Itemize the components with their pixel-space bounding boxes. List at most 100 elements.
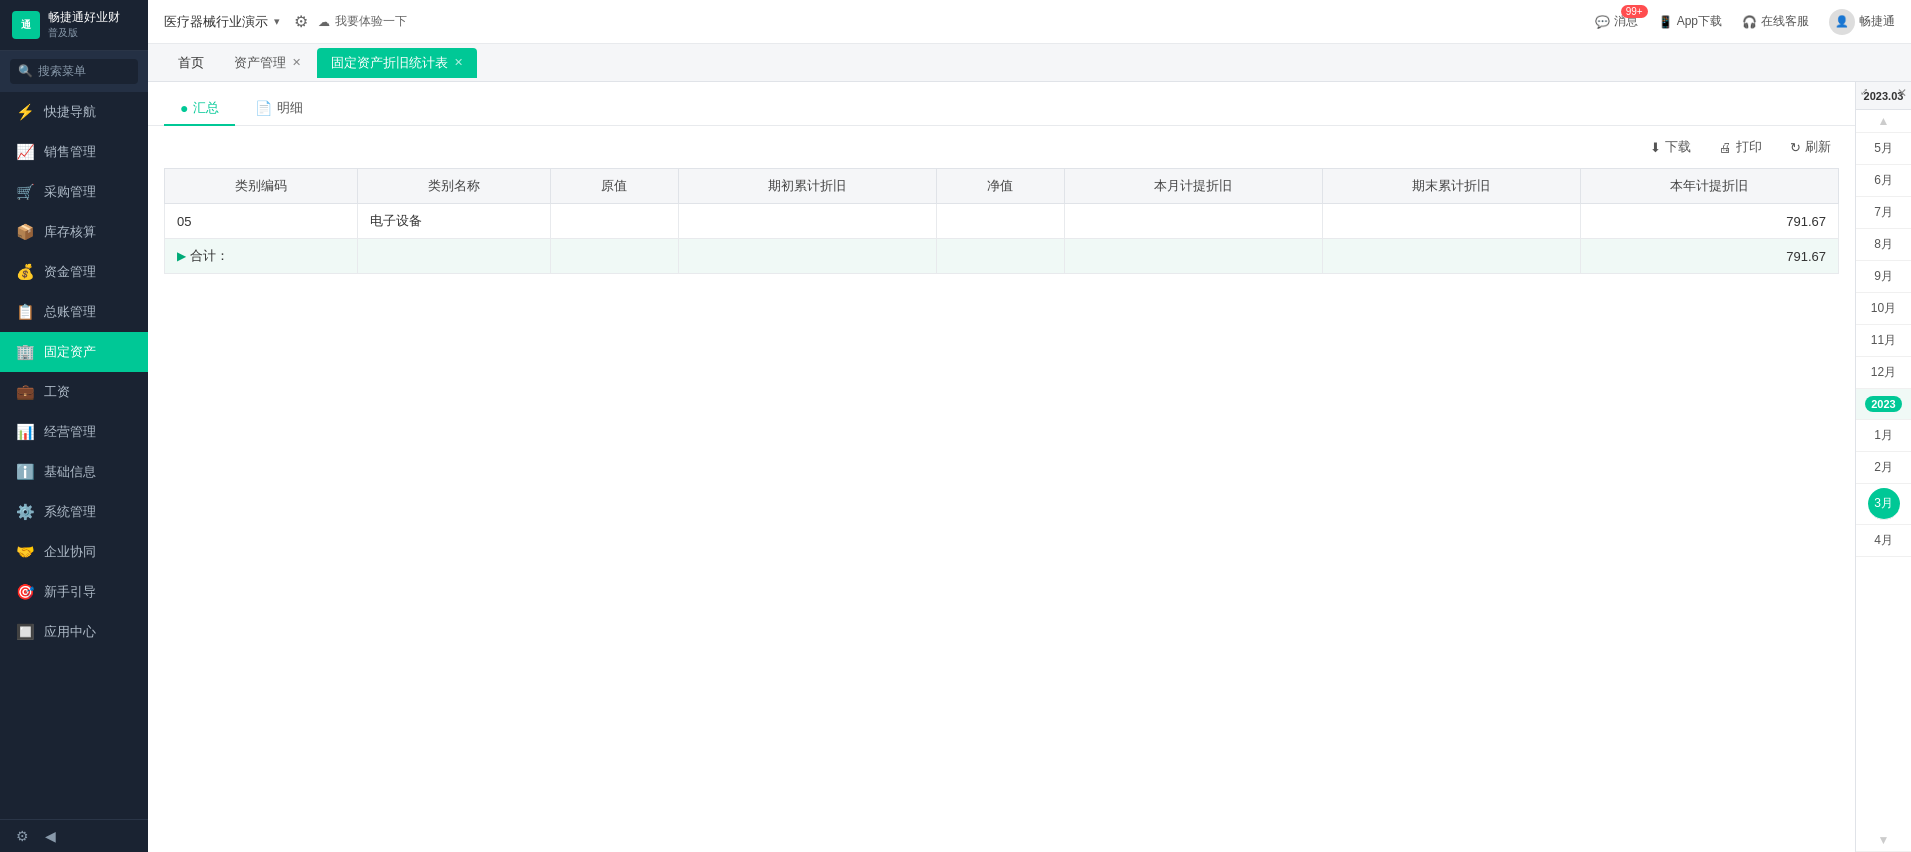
date-panel-expand-icon[interactable]: ⤢: [1860, 86, 1868, 97]
messages-action[interactable]: 💬 消息 99+: [1595, 13, 1638, 30]
table-total-row: ▶ 合计： 791.67: [165, 239, 1839, 274]
date-list: 5月 6月 7月 8月 9月 10月 11月 12月 2023 1月 2月 3月…: [1856, 133, 1911, 829]
search-icon: 🔍: [18, 64, 33, 78]
date-item-2[interactable]: 2月: [1856, 452, 1911, 484]
header-settings-icon[interactable]: ⚙: [294, 12, 308, 31]
sidebar-item-guide[interactable]: 🎯 新手引导: [0, 572, 148, 612]
date-item-7[interactable]: 7月: [1856, 197, 1911, 229]
date-scroll-down[interactable]: ▼: [1856, 829, 1911, 852]
total-annual: 791.67: [1580, 239, 1838, 274]
date-item-5[interactable]: 5月: [1856, 133, 1911, 165]
sidebar-item-purchase[interactable]: 🛒 采购管理: [0, 172, 148, 212]
settings-bottom-icon[interactable]: ⚙: [16, 828, 29, 844]
refresh-button[interactable]: ↻ 刷新: [1782, 134, 1839, 160]
logo-area: 通 畅捷通好业财 普及版: [0, 0, 148, 51]
date-item-9[interactable]: 9月: [1856, 261, 1911, 293]
sidebar-item-funds[interactable]: 💰 资金管理: [0, 252, 148, 292]
sidebar-item-enterprise[interactable]: 🤝 企业协同: [0, 532, 148, 572]
table-container: 类别编码 类别名称 原值 期初累计折旧 净值 本月计提折旧 期末累计折旧 本年计…: [148, 168, 1855, 852]
tab-depreciation-stats-close[interactable]: ✕: [454, 56, 463, 69]
app-download-label: App下载: [1677, 13, 1722, 30]
cell-name: 电子设备: [357, 204, 550, 239]
col-original: 原值: [550, 169, 678, 204]
sidebar-item-label: 系统管理: [44, 503, 96, 521]
sidebar-item-operations[interactable]: 📊 经营管理: [0, 412, 148, 452]
sidebar-item-fixed-assets[interactable]: 🏢 固定资产: [0, 332, 148, 372]
online-service-action[interactable]: 🎧 在线客服: [1742, 13, 1809, 30]
purchase-icon: 🛒: [16, 183, 34, 201]
date-item-3-wrapper[interactable]: 3月: [1856, 484, 1911, 525]
date-item-8[interactable]: 8月: [1856, 229, 1911, 261]
depreciation-table: 类别编码 类别名称 原值 期初累计折旧 净值 本月计提折旧 期末累计折旧 本年计…: [164, 168, 1839, 274]
sidebar-item-system[interactable]: ⚙️ 系统管理: [0, 492, 148, 532]
year-badge: 2023: [1865, 396, 1901, 412]
header-right: 💬 消息 99+ 📱 App下载 🎧 在线客服 👤 畅捷通: [1595, 9, 1895, 35]
total-monthly: [1064, 239, 1322, 274]
sub-tab-summary[interactable]: ● 汇总: [164, 92, 235, 126]
online-service-icon: 🎧: [1742, 15, 1757, 29]
sidebar-item-label: 企业协同: [44, 543, 96, 561]
app-download-icon: 📱: [1658, 15, 1673, 29]
date-item-6[interactable]: 6月: [1856, 165, 1911, 197]
year-2023-label: 2023: [1856, 389, 1911, 420]
sidebar-search-area[interactable]: 🔍 搜索菜单: [0, 51, 148, 92]
date-scroll-up[interactable]: ▲: [1856, 110, 1911, 133]
total-period-end: [1322, 239, 1580, 274]
date-item-3-selected[interactable]: 3月: [1868, 488, 1900, 520]
sidebar-item-label: 总账管理: [44, 303, 96, 321]
tab-asset-management[interactable]: 资产管理 ✕: [220, 48, 315, 78]
experience-button[interactable]: ☁ 我要体验一下: [318, 13, 407, 30]
basic-info-icon: ℹ️: [16, 463, 34, 481]
user-action[interactable]: 👤 畅捷通: [1829, 9, 1895, 35]
company-selector[interactable]: 医疗器械行业演示 ▾: [164, 13, 280, 31]
sidebar-item-basic-info[interactable]: ℹ️ 基础信息: [0, 452, 148, 492]
date-item-10[interactable]: 10月: [1856, 293, 1911, 325]
print-label: 打印: [1736, 138, 1762, 156]
total-name: [357, 239, 550, 274]
print-button[interactable]: 🖨 打印: [1711, 134, 1770, 160]
sub-tab-detail[interactable]: 📄 明细: [239, 92, 319, 126]
tab-home[interactable]: 首页: [164, 48, 218, 78]
search-input-area[interactable]: 🔍 搜索菜单: [10, 59, 138, 84]
total-accumulated: [678, 239, 936, 274]
date-item-4[interactable]: 4月: [1856, 525, 1911, 557]
tab-asset-management-label: 资产管理: [234, 54, 286, 72]
refresh-label: 刷新: [1805, 138, 1831, 156]
sidebar-item-sales[interactable]: 📈 销售管理: [0, 132, 148, 172]
quick-nav-icon: ⚡: [16, 103, 34, 121]
online-service-label: 在线客服: [1761, 13, 1809, 30]
detail-icon: 📄: [255, 100, 272, 116]
sidebar-item-inventory[interactable]: 📦 库存核算: [0, 212, 148, 252]
sub-tab-summary-label: 汇总: [193, 99, 219, 117]
logo-title: 畅捷通好业财: [48, 10, 120, 26]
app-download-action[interactable]: 📱 App下载: [1658, 13, 1722, 30]
cell-net: [936, 204, 1064, 239]
refresh-icon: ↻: [1790, 140, 1801, 155]
download-button[interactable]: ⬇ 下载: [1642, 134, 1699, 160]
logo-icon: 通: [12, 11, 40, 39]
tab-asset-management-close[interactable]: ✕: [292, 56, 301, 69]
date-item-11[interactable]: 11月: [1856, 325, 1911, 357]
sidebar-item-label: 快捷导航: [44, 103, 96, 121]
date-item-1[interactable]: 1月: [1856, 420, 1911, 452]
sidebar-item-payroll[interactable]: 💼 工资: [0, 372, 148, 412]
sidebar-item-label: 库存核算: [44, 223, 96, 241]
date-item-12[interactable]: 12月: [1856, 357, 1911, 389]
cell-period-end: [1322, 204, 1580, 239]
total-net: [936, 239, 1064, 274]
date-panel-close-icon[interactable]: ✕: [1897, 86, 1907, 100]
experience-label: 我要体验一下: [335, 13, 407, 30]
page-content: ● 汇总 📄 明细 ⬇ 下载 🖨 打印 ↻: [148, 82, 1855, 852]
tab-depreciation-stats-label: 固定资产折旧统计表: [331, 54, 448, 72]
total-expand-icon[interactable]: ▶: [177, 249, 186, 263]
sidebar-item-app-center[interactable]: 🔲 应用中心: [0, 612, 148, 652]
avatar: 👤: [1829, 9, 1855, 35]
table-row: 05 电子设备 791.67: [165, 204, 1839, 239]
sidebar-item-label: 新手引导: [44, 583, 96, 601]
cell-annual: 791.67: [1580, 204, 1838, 239]
sidebar-item-ledger[interactable]: 📋 总账管理: [0, 292, 148, 332]
collapse-icon[interactable]: ◀: [45, 828, 56, 844]
tab-depreciation-stats[interactable]: 固定资产折旧统计表 ✕: [317, 48, 477, 78]
sidebar-item-quick-nav[interactable]: ⚡ 快捷导航: [0, 92, 148, 132]
tab-home-label: 首页: [178, 54, 204, 72]
